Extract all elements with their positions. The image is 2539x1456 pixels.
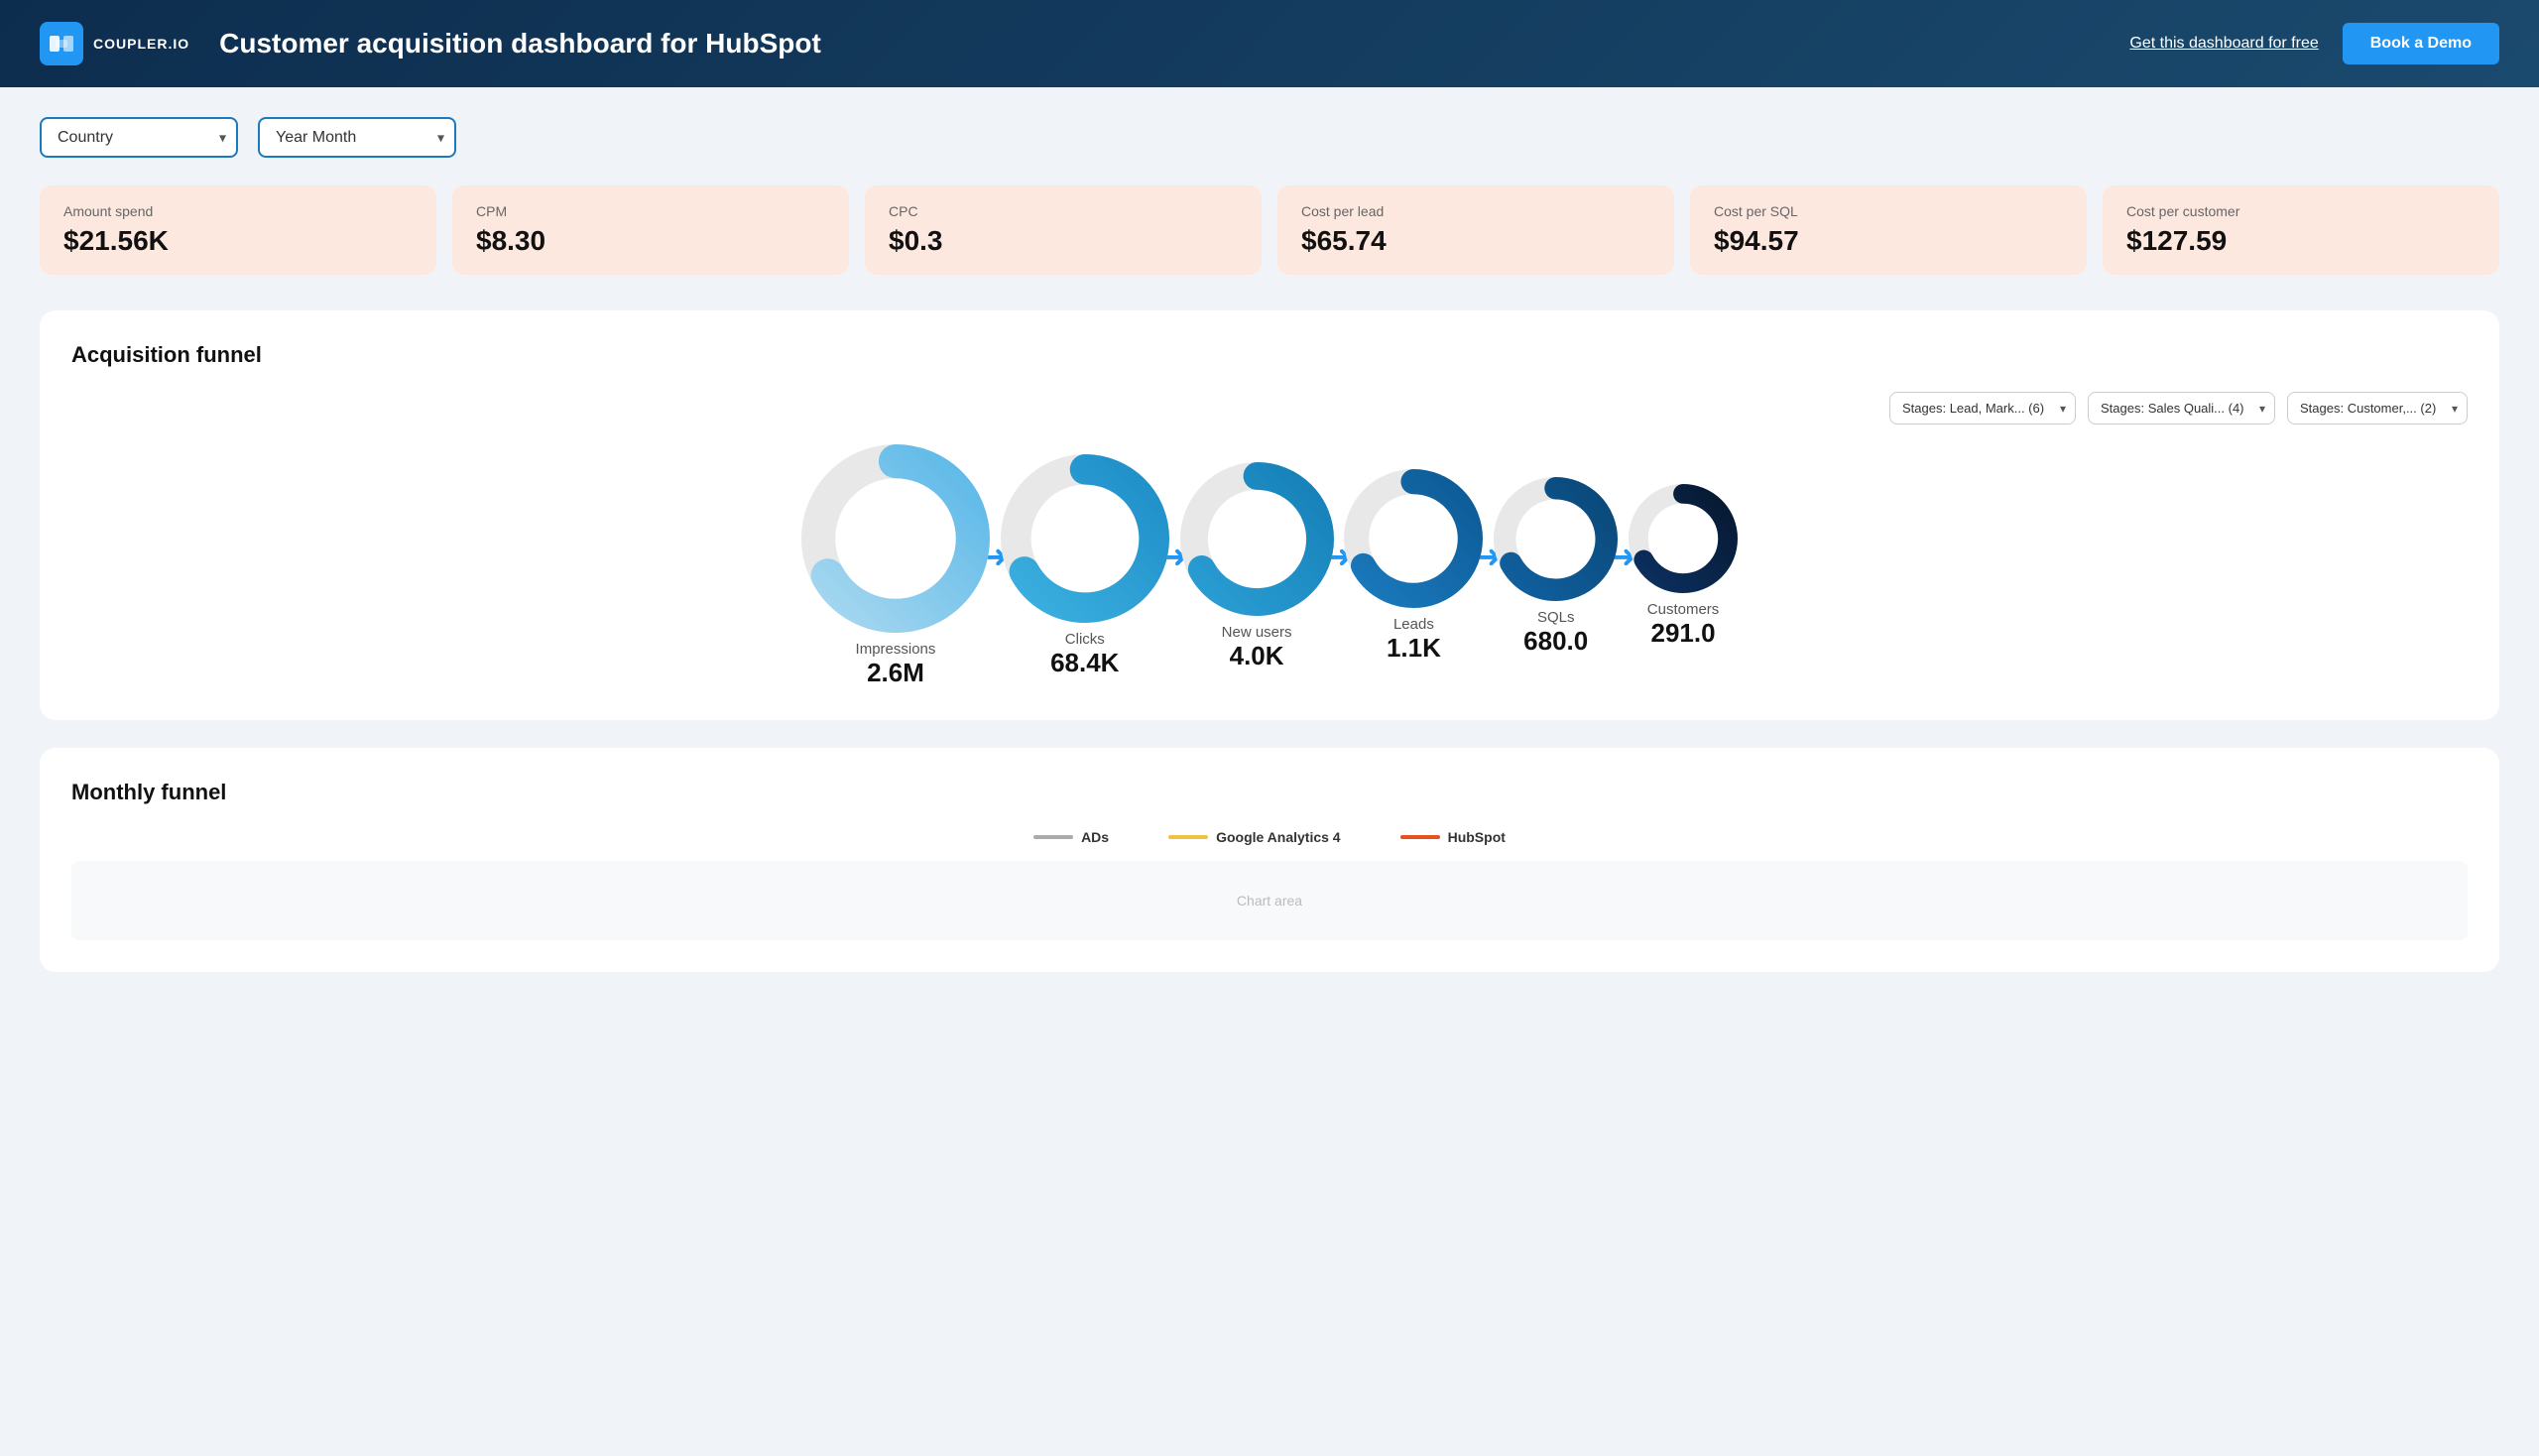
- ring-value: 68.4K: [1050, 648, 1119, 678]
- stages-dropdown3-wrapper: Stages: Customer,... (2): [2287, 392, 2468, 425]
- metric-label: Cost per SQL: [1714, 203, 2063, 219]
- legend-label: Google Analytics 4: [1216, 829, 1341, 845]
- ring-value: 680.0: [1523, 626, 1588, 657]
- funnel-item: Customers291.0: [1629, 484, 1738, 649]
- metric-label: Amount spend: [63, 203, 413, 219]
- metric-value: $21.56K: [63, 225, 413, 257]
- funnel-item: Clicks68.4K: [1001, 454, 1169, 678]
- ring-label: New users: [1222, 624, 1292, 641]
- ring-svg: [1344, 469, 1483, 608]
- legend-item: ADs: [1033, 829, 1109, 845]
- stages-dropdown1-wrapper: Stages: Lead, Mark... (6): [1889, 392, 2076, 425]
- metric-value: $127.59: [2126, 225, 2476, 257]
- logo-area: COUPLER.IO: [40, 22, 189, 65]
- ring-value: 291.0: [1650, 618, 1715, 649]
- funnel-item: SQLs680.0: [1494, 477, 1618, 657]
- page-title: Customer acquisition dashboard for HubSp…: [219, 28, 821, 60]
- ring-svg: [1629, 484, 1738, 593]
- stages-dropdown2-wrapper: Stages: Sales Quali... (4): [2088, 392, 2275, 425]
- ring-svg: [1180, 462, 1334, 616]
- ring-svg: [801, 444, 990, 633]
- stages-dropdown1[interactable]: Stages: Lead, Mark... (6): [1889, 392, 2076, 425]
- monthly-section: Monthly funnel ADs Google Analytics 4 Hu…: [40, 748, 2499, 972]
- ring-label: Leads: [1393, 616, 1434, 633]
- funnel-rings: Impressions2.6M➜Clicks68.4K➜New users4.0…: [71, 444, 2468, 688]
- filters-row: Country Year Month: [40, 117, 2499, 158]
- ring-value: 2.6M: [867, 658, 924, 688]
- metric-value: $94.57: [1714, 225, 2063, 257]
- legend-dot: [1400, 835, 1440, 839]
- funnel-item: Impressions2.6M: [801, 444, 990, 688]
- year-month-filter-wrapper: Year Month: [258, 117, 456, 158]
- metrics-row: Amount spend $21.56K CPM $8.30 CPC $0.3 …: [40, 185, 2499, 275]
- legend-row: ADs Google Analytics 4 HubSpot: [71, 829, 2468, 845]
- funnel-item: Leads1.1K: [1344, 469, 1483, 664]
- get-dashboard-link[interactable]: Get this dashboard for free: [2129, 35, 2318, 53]
- metric-card: Cost per customer $127.59: [2103, 185, 2499, 275]
- main-content: Country Year Month Amount spend $21.56K …: [0, 87, 2539, 1030]
- metric-card: CPC $0.3: [865, 185, 1262, 275]
- metric-value: $0.3: [889, 225, 1238, 257]
- legend-label: ADs: [1081, 829, 1109, 845]
- metric-card: Cost per lead $65.74: [1277, 185, 1674, 275]
- legend-item: Google Analytics 4: [1168, 829, 1341, 845]
- legend-label: HubSpot: [1448, 829, 1506, 845]
- coupler-logo-icon: [40, 22, 83, 65]
- ring-label: SQLs: [1537, 609, 1575, 626]
- metric-label: CPC: [889, 203, 1238, 219]
- ring-svg: [1001, 454, 1169, 623]
- funnel-item: New users4.0K: [1180, 462, 1334, 671]
- metric-value: $8.30: [476, 225, 825, 257]
- metric-card: Cost per SQL $94.57: [1690, 185, 2087, 275]
- header-left: COUPLER.IO Customer acquisition dashboar…: [40, 22, 821, 65]
- metric-value: $65.74: [1301, 225, 1650, 257]
- metric-card: Amount spend $21.56K: [40, 185, 436, 275]
- legend-dot: [1168, 835, 1208, 839]
- ring-label: Clicks: [1065, 631, 1105, 648]
- book-demo-button[interactable]: Book a Demo: [2343, 23, 2499, 64]
- metric-label: Cost per lead: [1301, 203, 1650, 219]
- metric-label: CPM: [476, 203, 825, 219]
- country-filter[interactable]: Country: [40, 117, 238, 158]
- ring-label: Customers: [1647, 601, 1720, 618]
- ring-value: 4.0K: [1230, 641, 1284, 671]
- ring-label: Impressions: [856, 641, 936, 658]
- year-month-filter[interactable]: Year Month: [258, 117, 456, 158]
- stages-dropdown3[interactable]: Stages: Customer,... (2): [2287, 392, 2468, 425]
- logo-text: COUPLER.IO: [93, 36, 189, 52]
- header-right: Get this dashboard for free Book a Demo: [2129, 23, 2499, 64]
- monthly-title: Monthly funnel: [71, 780, 2468, 805]
- ring-svg: [1494, 477, 1618, 601]
- stages-dropdown2[interactable]: Stages: Sales Quali... (4): [2088, 392, 2275, 425]
- country-filter-wrapper: Country: [40, 117, 238, 158]
- legend-item: HubSpot: [1400, 829, 1506, 845]
- monthly-chart-placeholder: Chart area: [71, 861, 2468, 940]
- metric-card: CPM $8.30: [452, 185, 849, 275]
- legend-dot: [1033, 835, 1073, 839]
- ring-value: 1.1K: [1387, 633, 1441, 664]
- funnel-section: Acquisition funnel Stages: Lead, Mark...…: [40, 310, 2499, 720]
- funnel-title: Acquisition funnel: [71, 342, 2468, 368]
- funnel-controls: Stages: Lead, Mark... (6) Stages: Sales …: [71, 392, 2468, 425]
- header: COUPLER.IO Customer acquisition dashboar…: [0, 0, 2539, 87]
- metric-label: Cost per customer: [2126, 203, 2476, 219]
